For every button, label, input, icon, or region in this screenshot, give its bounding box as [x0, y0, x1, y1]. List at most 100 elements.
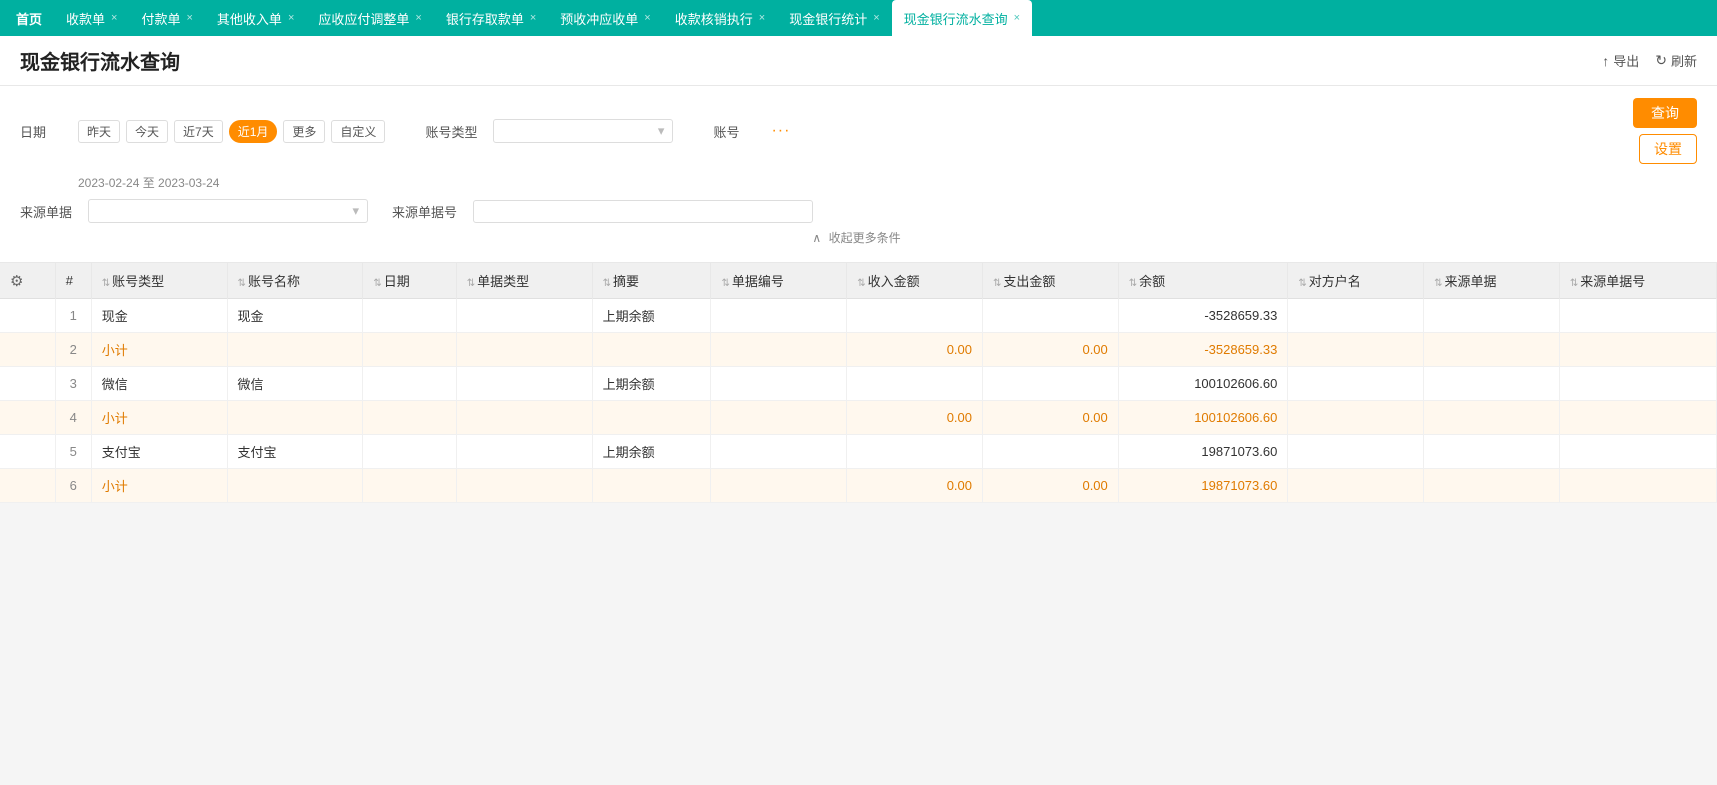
nav-other-income[interactable]: 其他收入单 ×: [205, 0, 306, 36]
nav-shoukuan[interactable]: 收款单 ×: [54, 0, 129, 36]
cell-source_doc: [1424, 367, 1560, 401]
date-today[interactable]: 今天: [126, 120, 168, 143]
nav-collection[interactable]: 收款核销执行 ×: [663, 0, 777, 36]
close-icon[interactable]: ×: [644, 12, 650, 24]
col-doc-type[interactable]: ⇅单据类型: [456, 263, 592, 299]
cell-counterpart: [1288, 401, 1424, 435]
cell-income: 0.00: [847, 401, 983, 435]
date-more[interactable]: 更多: [283, 120, 325, 143]
table-row: 3微信微信上期余额100102606.60: [0, 367, 1717, 401]
query-button[interactable]: 查询: [1633, 98, 1697, 128]
cell-doc_type: [456, 333, 592, 367]
col-doc-num[interactable]: ⇅单据编号: [711, 263, 847, 299]
date-7days[interactable]: 近7天: [174, 120, 223, 143]
cell-account_type: 小计: [91, 469, 227, 503]
sort-icon: ⇅: [467, 278, 475, 289]
nav-home[interactable]: 首页: [4, 0, 54, 36]
cell-source_doc_num: [1559, 435, 1716, 469]
cell-source_doc_num: [1559, 367, 1716, 401]
close-icon[interactable]: ×: [186, 12, 192, 24]
cell-summary: [592, 469, 711, 503]
account-more-button[interactable]: ···: [771, 122, 790, 140]
close-icon[interactable]: ×: [415, 12, 421, 24]
cell-expense: 0.00: [983, 469, 1119, 503]
col-gear[interactable]: ⚙: [0, 263, 55, 299]
nav-cash-stats[interactable]: 现金银行统计 ×: [777, 0, 891, 36]
account-type-select[interactable]: ▾: [493, 119, 673, 143]
col-counterpart[interactable]: ⇅对方户名: [1288, 263, 1424, 299]
nav-bank-deposit[interactable]: 银行存取款单 ×: [434, 0, 548, 36]
cell-income: [847, 367, 983, 401]
nav-advance[interactable]: 预收冲应收单 ×: [548, 0, 662, 36]
table-row: 4小计0.000.00100102606.60: [0, 401, 1717, 435]
source-doc-select[interactable]: ▾: [88, 199, 368, 223]
cell-date: [363, 469, 456, 503]
col-account-name[interactable]: ⇅账号名称: [227, 263, 363, 299]
cell-doc_type: [456, 435, 592, 469]
settings-button[interactable]: 设置: [1639, 134, 1697, 164]
refresh-icon: ↻: [1655, 52, 1667, 69]
source-doc-num-input[interactable]: [473, 200, 813, 223]
chevron-down-icon: ▾: [658, 123, 665, 139]
cell-expense: [983, 299, 1119, 333]
export-button[interactable]: ↑ 导出: [1602, 51, 1639, 70]
sort-icon: ⇅: [857, 278, 865, 289]
close-icon[interactable]: ×: [530, 12, 536, 24]
filter-row-date: 日期 昨天 今天 近7天 近1月 更多 自定义 账号类型 ▾ 账号 ··· 查询…: [20, 98, 1697, 164]
cell-account_type: 现金: [91, 299, 227, 333]
cell-gear: [0, 401, 55, 435]
gear-icon[interactable]: ⚙: [10, 273, 23, 290]
cell-expense: [983, 367, 1119, 401]
date-1month[interactable]: 近1月: [229, 120, 278, 143]
data-table: ⚙ # ⇅账号类型 ⇅账号名称 ⇅日期 ⇅单据类型 ⇅摘要 ⇅单据编号 ⇅收入金…: [0, 263, 1717, 503]
cell-doc_num: [711, 401, 847, 435]
nav-adjustment[interactable]: 应收应付调整单 ×: [306, 0, 433, 36]
cell-source_doc_num: [1559, 333, 1716, 367]
col-source-doc[interactable]: ⇅来源单据: [1424, 263, 1560, 299]
top-nav: 首页 收款单 × 付款单 × 其他收入单 × 应收应付调整单 × 银行存取款单 …: [0, 0, 1717, 36]
cell-income: 0.00: [847, 333, 983, 367]
cell-gear: [0, 435, 55, 469]
sort-icon: ⇅: [102, 278, 110, 289]
nav-cash-flow[interactable]: 现金银行流水查询 ×: [892, 0, 1032, 36]
close-icon[interactable]: ×: [759, 12, 765, 24]
close-icon[interactable]: ×: [1014, 12, 1020, 24]
cell-balance: -3528659.33: [1118, 299, 1288, 333]
col-summary[interactable]: ⇅摘要: [592, 263, 711, 299]
date-custom[interactable]: 自定义: [331, 120, 385, 143]
cell-balance: 19871073.60: [1118, 469, 1288, 503]
collapse-bar[interactable]: ∧ 收起更多条件: [20, 223, 1697, 250]
col-income[interactable]: ⇅收入金额: [847, 263, 983, 299]
col-date[interactable]: ⇅日期: [363, 263, 456, 299]
nav-fukuan[interactable]: 付款单 ×: [129, 0, 204, 36]
cell-summary: 上期余额: [592, 299, 711, 333]
cell-date: [363, 367, 456, 401]
cell-source_doc_num: [1559, 299, 1716, 333]
cell-counterpart: [1288, 333, 1424, 367]
close-icon[interactable]: ×: [111, 12, 117, 24]
cell-account_type: 微信: [91, 367, 227, 401]
cell-account_type: 小计: [91, 401, 227, 435]
account-type-label: 账号类型: [425, 122, 477, 141]
cell-doc_num: [711, 367, 847, 401]
cell-num: 1: [55, 299, 91, 333]
cell-counterpart: [1288, 469, 1424, 503]
cell-source_doc: [1424, 333, 1560, 367]
col-account-type[interactable]: ⇅账号类型: [91, 263, 227, 299]
col-expense[interactable]: ⇅支出金额: [983, 263, 1119, 299]
refresh-button[interactable]: ↻ 刷新: [1655, 51, 1697, 70]
cell-account_name: 微信: [227, 367, 363, 401]
cell-income: [847, 435, 983, 469]
cell-gear: [0, 333, 55, 367]
date-yesterday[interactable]: 昨天: [78, 120, 120, 143]
col-balance[interactable]: ⇅余额: [1118, 263, 1288, 299]
cell-counterpart: [1288, 435, 1424, 469]
cell-source_doc: [1424, 469, 1560, 503]
close-icon[interactable]: ×: [873, 12, 879, 24]
col-source-doc-num[interactable]: ⇅来源单据号: [1559, 263, 1716, 299]
close-icon[interactable]: ×: [288, 12, 294, 24]
date-label: 日期: [20, 122, 70, 141]
export-icon: ↑: [1602, 53, 1609, 69]
cell-account_name: [227, 333, 363, 367]
cell-balance: -3528659.33: [1118, 333, 1288, 367]
